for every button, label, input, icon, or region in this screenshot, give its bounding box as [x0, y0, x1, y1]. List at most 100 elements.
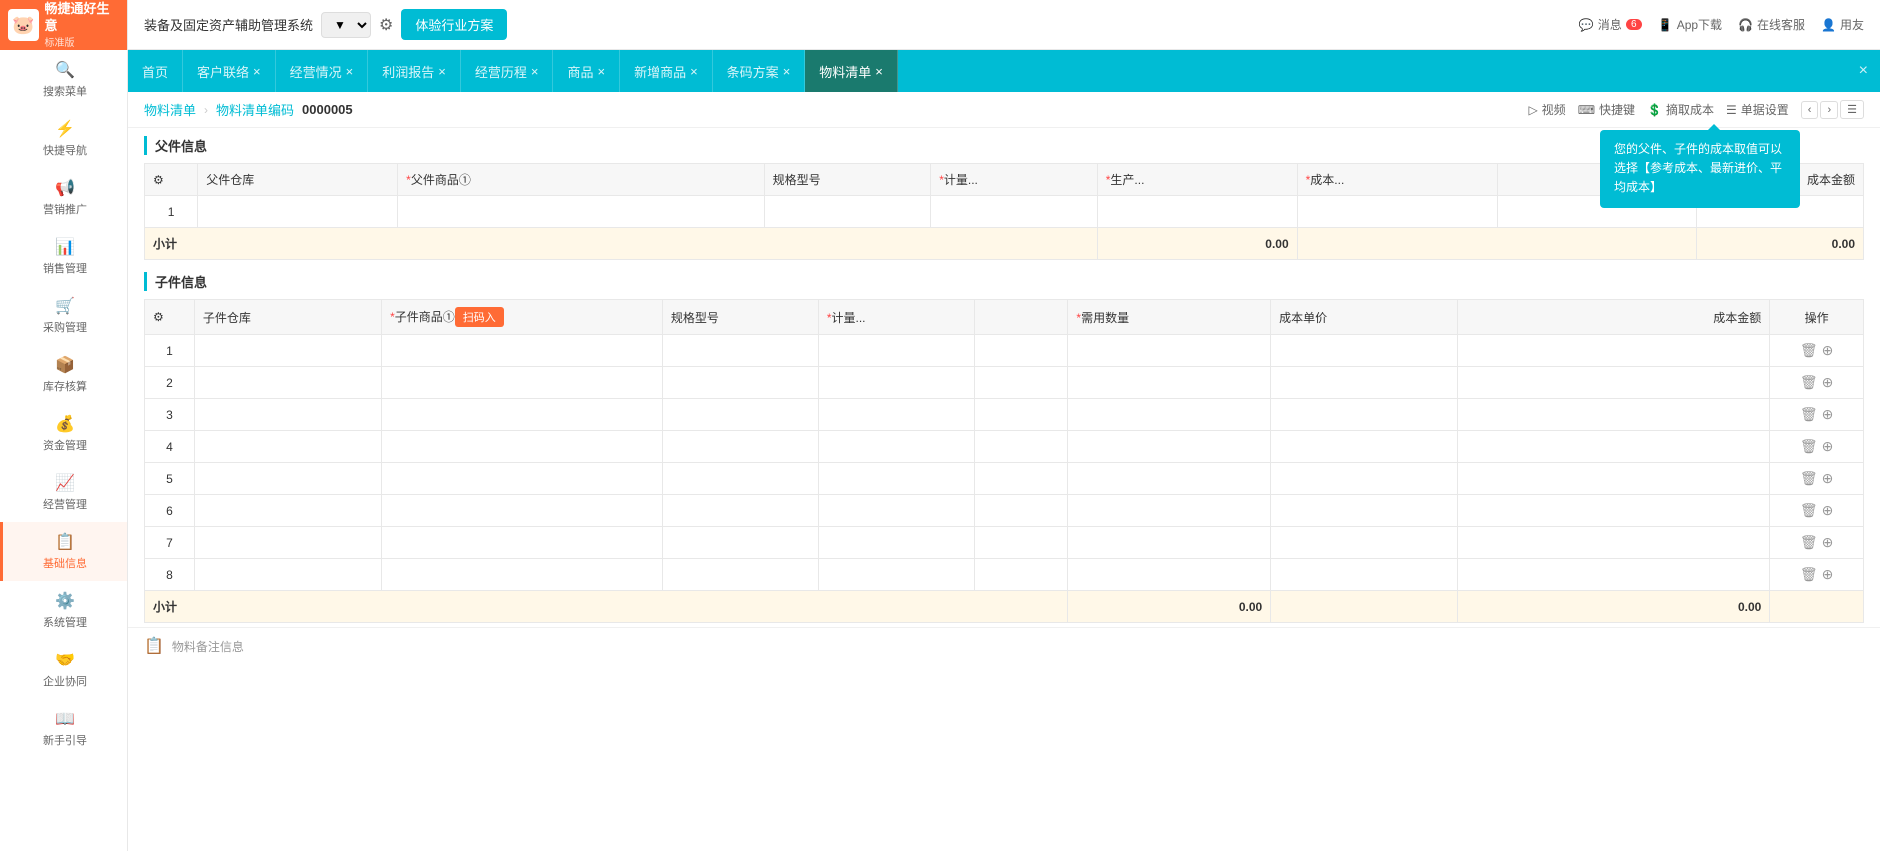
parent-row-1-warehouse[interactable] — [198, 196, 398, 228]
settings-button[interactable]: ☰ 单据设置 — [1726, 101, 1789, 118]
child-row-2-goods[interactable] — [382, 367, 663, 399]
child-row-1-unit[interactable] — [818, 335, 974, 367]
tab-history-close[interactable]: × — [531, 64, 539, 79]
child-row-1-unit-cost[interactable] — [1271, 335, 1458, 367]
sidebar-item-sales[interactable]: 📊 销售管理 — [0, 227, 127, 286]
parent-row-1-goods[interactable] — [398, 196, 764, 228]
delete-icon-1[interactable]: 🗑 — [1800, 342, 1818, 359]
child-row-7-warehouse[interactable] — [194, 527, 381, 559]
child-row-4-warehouse[interactable] — [194, 431, 381, 463]
parent-col-settings[interactable]: ⚙ — [145, 164, 198, 196]
scan-input-button[interactable]: 扫码入 — [455, 307, 504, 327]
child-row-8-unit[interactable] — [818, 559, 974, 591]
tab-operations[interactable]: 经营情况 × — [276, 50, 369, 92]
child-row-5-unit-cost[interactable] — [1271, 463, 1458, 495]
sidebar-item-search[interactable]: 🔍 搜索菜单 — [0, 50, 127, 109]
child-row-4-quantity[interactable] — [1068, 431, 1271, 463]
parent-row-1-spec[interactable] — [764, 196, 931, 228]
sidebar-item-guide[interactable]: 📖 新手引导 — [0, 699, 127, 758]
copy-icon-4[interactable]: ⊕ — [1822, 438, 1834, 455]
child-row-8-unit-cost[interactable] — [1271, 559, 1458, 591]
next-page-button[interactable]: › — [1820, 101, 1838, 119]
sidebar-item-purchase[interactable]: 🛒 采购管理 — [0, 286, 127, 345]
delete-icon-5[interactable]: 🗑 — [1800, 470, 1818, 487]
copy-icon-3[interactable]: ⊕ — [1822, 406, 1834, 423]
child-row-7-quantity[interactable] — [1068, 527, 1271, 559]
breadcrumb-bom[interactable]: 物料清单 — [144, 100, 196, 119]
system-dropdown[interactable]: ▼ — [321, 12, 371, 38]
child-row-4-unit-cost[interactable] — [1271, 431, 1458, 463]
online-support-item[interactable]: 🎧 在线客服 — [1738, 16, 1805, 33]
child-row-6-quantity[interactable] — [1068, 495, 1271, 527]
copy-icon-2[interactable]: ⊕ — [1822, 374, 1834, 391]
delete-icon-6[interactable]: 🗑 — [1800, 502, 1818, 519]
user-item[interactable]: 👤 用友 — [1821, 16, 1864, 33]
cost-button[interactable]: 💲 摘取成本 — [1647, 101, 1714, 118]
tab-customer[interactable]: 客户联络 × — [183, 50, 276, 92]
copy-icon-6[interactable]: ⊕ — [1822, 502, 1834, 519]
copy-icon-7[interactable]: ⊕ — [1822, 534, 1834, 551]
child-row-6-unit[interactable] — [818, 495, 974, 527]
child-row-3-warehouse[interactable] — [194, 399, 381, 431]
tab-barcode[interactable]: 条码方案 × — [713, 50, 806, 92]
child-row-6-warehouse[interactable] — [194, 495, 381, 527]
tab-new-goods[interactable]: 新增商品 × — [620, 50, 713, 92]
child-row-1-goods[interactable] — [382, 335, 663, 367]
child-row-5-unit[interactable] — [818, 463, 974, 495]
child-row-1-warehouse[interactable] — [194, 335, 381, 367]
child-row-2-unit[interactable] — [818, 367, 974, 399]
nav-close-button[interactable]: × — [1847, 62, 1880, 80]
sidebar-item-basic-info[interactable]: 📋 基础信息 — [0, 522, 127, 581]
trial-button[interactable]: 体验行业方案 — [401, 9, 507, 40]
child-row-6-goods[interactable] — [382, 495, 663, 527]
child-row-8-goods[interactable] — [382, 559, 663, 591]
child-row-5-goods[interactable] — [382, 463, 663, 495]
child-row-8-quantity[interactable] — [1068, 559, 1271, 591]
child-row-1-quantity[interactable] — [1068, 335, 1271, 367]
tab-bom[interactable]: 物料清单 × — [805, 50, 898, 92]
tab-barcode-close[interactable]: × — [783, 64, 791, 79]
tab-goods-close[interactable]: × — [597, 64, 605, 79]
child-row-3-quantity[interactable] — [1068, 399, 1271, 431]
delete-icon-3[interactable]: 🗑 — [1800, 406, 1818, 423]
child-row-4-unit[interactable] — [818, 431, 974, 463]
tab-new-goods-close[interactable]: × — [690, 64, 698, 79]
tab-profit[interactable]: 利润报告 × — [368, 50, 461, 92]
sidebar-item-operations[interactable]: 📈 经营管理 — [0, 463, 127, 522]
child-row-7-unit-cost[interactable] — [1271, 527, 1458, 559]
tab-customer-close[interactable]: × — [253, 64, 261, 79]
sidebar-item-quicknav[interactable]: ⚡ 快捷导航 — [0, 109, 127, 168]
child-row-3-goods[interactable] — [382, 399, 663, 431]
child-row-4-goods[interactable] — [382, 431, 663, 463]
parent-row-1-unit[interactable] — [931, 196, 1098, 228]
child-col-settings[interactable]: ⚙ — [145, 300, 195, 335]
sidebar-item-enterprise[interactable]: 🤝 企业协同 — [0, 640, 127, 699]
copy-icon-1[interactable]: ⊕ — [1822, 342, 1834, 359]
list-view-button[interactable]: ☰ — [1840, 100, 1864, 119]
tab-bom-close[interactable]: × — [875, 64, 883, 79]
child-row-2-unit-cost[interactable] — [1271, 367, 1458, 399]
child-row-6-spec[interactable] — [662, 495, 818, 527]
child-row-4-spec[interactable] — [662, 431, 818, 463]
parent-row-1-cost[interactable] — [1297, 196, 1497, 228]
delete-icon-2[interactable]: 🗑 — [1800, 374, 1818, 391]
child-row-2-quantity[interactable] — [1068, 367, 1271, 399]
child-row-7-spec[interactable] — [662, 527, 818, 559]
child-row-1-spec[interactable] — [662, 335, 818, 367]
copy-icon-5[interactable]: ⊕ — [1822, 470, 1834, 487]
sidebar-item-marketing[interactable]: 📢 营销推广 — [0, 168, 127, 227]
gear-button[interactable]: ⚙ — [379, 15, 393, 35]
child-row-8-spec[interactable] — [662, 559, 818, 591]
sidebar-item-finance[interactable]: 💰 资金管理 — [0, 404, 127, 463]
delete-icon-4[interactable]: 🗑 — [1800, 438, 1818, 455]
child-row-6-unit-cost[interactable] — [1271, 495, 1458, 527]
child-row-5-warehouse[interactable] — [194, 463, 381, 495]
child-row-8-warehouse[interactable] — [194, 559, 381, 591]
child-row-3-unit-cost[interactable] — [1271, 399, 1458, 431]
child-row-5-quantity[interactable] — [1068, 463, 1271, 495]
parent-row-1-production[interactable] — [1097, 196, 1297, 228]
copy-icon-8[interactable]: ⊕ — [1822, 566, 1834, 583]
child-row-7-goods[interactable] — [382, 527, 663, 559]
tab-home[interactable]: 首页 — [128, 50, 183, 92]
tab-history[interactable]: 经营历程 × — [461, 50, 554, 92]
